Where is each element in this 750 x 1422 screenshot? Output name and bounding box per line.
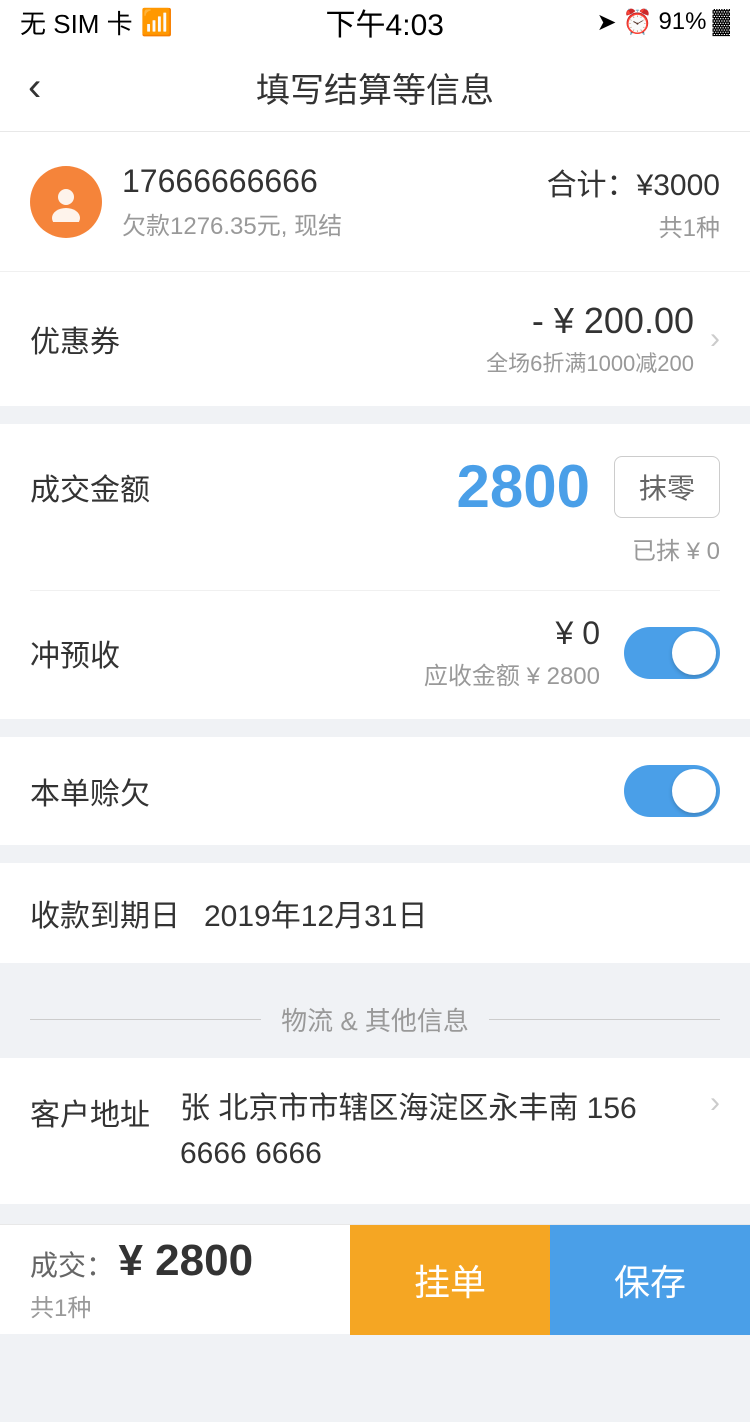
deal-amount-row: 成交金额 2800 抹零: [30, 452, 720, 521]
status-right: ➤ ⏰ 91% ▓: [596, 8, 730, 37]
deal-right: 2800 抹零: [457, 452, 721, 521]
prepay-sub: 应收金额 ¥ 2800: [424, 656, 600, 691]
page-title: 填写结算等信息: [256, 63, 494, 112]
address-chevron-right-icon: ›: [710, 1086, 720, 1120]
duedate-label: 收款到期日: [30, 891, 180, 935]
credit-row: 本单赊欠: [30, 765, 720, 817]
status-bar: 无 SIM 卡 📶 下午4:03 ➤ ⏰ 91% ▓: [0, 0, 750, 44]
credit-label: 本单赊欠: [30, 769, 150, 813]
avatar: [30, 166, 102, 238]
customer-info: 17666666666 欠款1276.35元, 现结: [122, 163, 342, 241]
coupon-right: - ¥ 200.00 全场6折满1000减200 ›: [486, 300, 720, 378]
bottom-amount: ¥ 2800: [118, 1236, 253, 1285]
duedate-section: 收款到期日 2019年12月31日: [0, 863, 750, 963]
bottom-info: 成交： ¥ 2800 共1种: [0, 1236, 350, 1323]
prepay-label: 冲预收: [30, 631, 120, 675]
total-count: 共1种: [547, 208, 720, 243]
battery-percent: 91%: [658, 8, 706, 36]
coupon-discount: - ¥ 200.00 全场6折满1000减200: [486, 300, 694, 378]
coupon-label: 优惠券: [30, 317, 120, 361]
address-section: 客户地址 张 北京市市辖区海淀区永丰南 156 6666 6666 ›: [0, 1058, 750, 1204]
credit-section: 本单赊欠: [0, 737, 750, 845]
sim-text: 无 SIM 卡: [20, 4, 133, 41]
prepay-row: 冲预收 ¥ 0 应收金额 ¥ 2800: [30, 590, 720, 691]
location-icon: ➤: [596, 8, 616, 37]
prepay-toggle[interactable]: [624, 627, 720, 679]
coupon-row[interactable]: 优惠券 - ¥ 200.00 全场6折满1000减200 ›: [0, 271, 750, 406]
deal-label: 成交金额: [30, 465, 150, 509]
coupon-amount: - ¥ 200.00: [486, 300, 694, 342]
bottom-deal-label: 成交：: [30, 1250, 114, 1281]
customer-debt: 欠款1276.35元, 现结: [122, 206, 342, 241]
total-value: 合计：¥3000: [547, 160, 720, 204]
coupon-desc: 全场6折满1000减200: [486, 346, 694, 378]
address-label: 客户地址: [30, 1086, 150, 1134]
deal-amount-value: 2800: [457, 452, 590, 521]
deal-sub-text: 已抹 ¥ 0: [30, 531, 720, 566]
status-time: 下午4:03: [326, 0, 444, 44]
address-value: 张 北京市市辖区海淀区永丰南 156 6666 6666: [180, 1086, 710, 1176]
customer-card: 17666666666 欠款1276.35元, 现结 合计：¥3000 共1种 …: [0, 132, 750, 406]
status-left: 无 SIM 卡 📶: [20, 4, 173, 41]
credit-toggle[interactable]: [624, 765, 720, 817]
wifi-icon: 📶: [141, 7, 173, 38]
customer-phone: 17666666666: [122, 163, 342, 200]
section-divider: 物流 & 其他信息: [0, 981, 750, 1058]
divider-line-left: [30, 1019, 261, 1020]
hold-button[interactable]: 挂单: [350, 1225, 550, 1335]
divider-text: 物流 & 其他信息: [281, 1001, 469, 1038]
customer-row: 17666666666 欠款1276.35元, 现结 合计：¥3000 共1种: [0, 132, 750, 271]
duedate-row: 收款到期日 2019年12月31日: [30, 891, 720, 935]
bottom-count: 共1种: [30, 1288, 320, 1323]
bottom-deal-row: 成交： ¥ 2800: [30, 1236, 320, 1286]
customer-left: 17666666666 欠款1276.35元, 现结: [30, 163, 342, 241]
chevron-right-icon: ›: [710, 322, 720, 356]
prepay-amount: ¥ 0: [424, 615, 600, 652]
customer-right: 合计：¥3000 共1种: [547, 160, 720, 243]
bottom-bar: 成交： ¥ 2800 共1种 挂单 保存: [0, 1224, 750, 1334]
deal-section: 成交金额 2800 抹零 已抹 ¥ 0 冲预收 ¥ 0 应收金额 ¥ 2800: [0, 424, 750, 719]
round-button[interactable]: 抹零: [614, 456, 720, 518]
divider-line-right: [489, 1019, 720, 1020]
prepay-values: ¥ 0 应收金额 ¥ 2800: [424, 615, 600, 691]
alarm-icon: ⏰: [623, 8, 653, 37]
duedate-value: 2019年12月31日: [204, 891, 427, 935]
address-row[interactable]: 客户地址 张 北京市市辖区海淀区永丰南 156 6666 6666 ›: [30, 1086, 720, 1176]
battery-icon: ▓: [712, 8, 730, 36]
nav-bar: ‹ 填写结算等信息: [0, 44, 750, 132]
back-button[interactable]: ‹: [28, 65, 41, 110]
prepay-right: ¥ 0 应收金额 ¥ 2800: [424, 615, 720, 691]
save-button[interactable]: 保存: [550, 1225, 750, 1335]
